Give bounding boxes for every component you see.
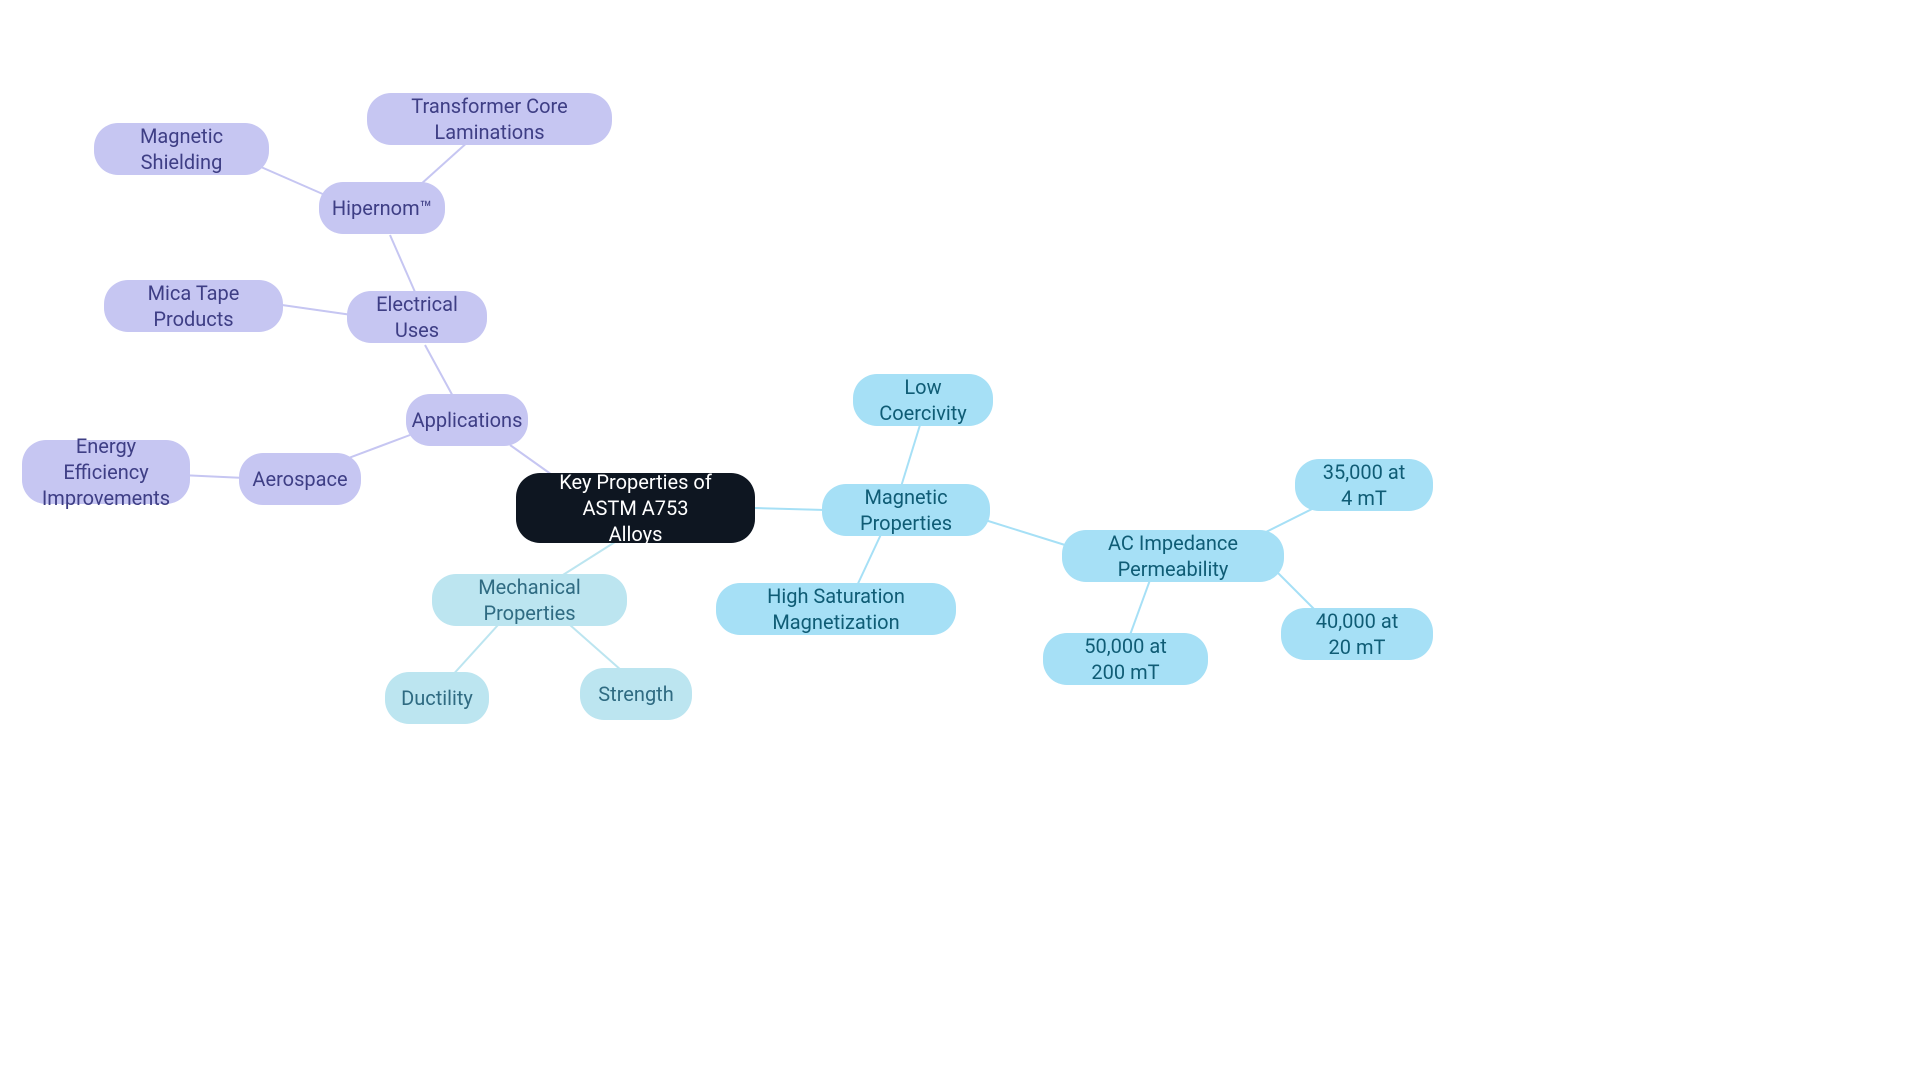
node-label: Aerospace (252, 466, 347, 492)
node-mechanical-properties[interactable]: Mechanical Properties (432, 574, 627, 626)
node-ac-impedance-permeability[interactable]: AC Impedance Permeability (1062, 530, 1284, 582)
mindmap-canvas: Key Properties of ASTM A753 Alloys Magne… (0, 0, 1920, 1083)
node-label: Mica Tape Products (130, 280, 257, 332)
node-label: Transformer Core Laminations (393, 93, 586, 145)
node-label: 35,000 at 4 mT (1321, 459, 1407, 511)
node-label: High Saturation Magnetization (742, 583, 930, 635)
node-magnetic-properties[interactable]: Magnetic Properties (822, 484, 990, 536)
node-aerospace[interactable]: Aerospace (239, 453, 361, 505)
node-root[interactable]: Key Properties of ASTM A753 Alloys (516, 473, 755, 543)
node-applications[interactable]: Applications (406, 394, 528, 446)
node-electrical-uses[interactable]: Electrical Uses (347, 291, 487, 343)
node-high-saturation-magnetization[interactable]: High Saturation Magnetization (716, 583, 956, 635)
node-ductility[interactable]: Ductility (385, 672, 489, 724)
node-label: 40,000 at 20 mT (1307, 608, 1407, 660)
node-energy-efficiency-improvements[interactable]: Energy Efficiency Improvements (22, 440, 190, 504)
node-label: Electrical Uses (373, 291, 461, 343)
node-ac-40000[interactable]: 40,000 at 20 mT (1281, 608, 1433, 660)
node-label: Magnetic Properties (848, 484, 964, 536)
node-strength[interactable]: Strength (580, 668, 692, 720)
node-label: Mechanical Properties (458, 574, 601, 626)
node-mica-tape-products[interactable]: Mica Tape Products (104, 280, 283, 332)
node-label: Magnetic Shielding (120, 123, 243, 175)
node-label: AC Impedance Permeability (1088, 530, 1258, 582)
node-magnetic-shielding[interactable]: Magnetic Shielding (94, 123, 269, 175)
node-label: Energy Efficiency Improvements (42, 433, 170, 511)
node-label: Key Properties of ASTM A753 Alloys (542, 469, 729, 547)
node-label: Strength (598, 681, 673, 707)
node-low-coercivity[interactable]: Low Coercivity (853, 374, 993, 426)
node-label: Ductility (401, 685, 473, 711)
node-hipernom[interactable]: Hipernom™ (319, 182, 445, 234)
node-ac-50000[interactable]: 50,000 at 200 mT (1043, 633, 1208, 685)
edges-layer (0, 0, 1920, 1083)
node-label: Low Coercivity (879, 374, 967, 426)
node-label: 50,000 at 200 mT (1069, 633, 1182, 685)
node-label: Hipernom™ (332, 195, 432, 221)
node-ac-35000[interactable]: 35,000 at 4 mT (1295, 459, 1433, 511)
node-label: Applications (412, 407, 523, 433)
node-transformer-core-laminations[interactable]: Transformer Core Laminations (367, 93, 612, 145)
